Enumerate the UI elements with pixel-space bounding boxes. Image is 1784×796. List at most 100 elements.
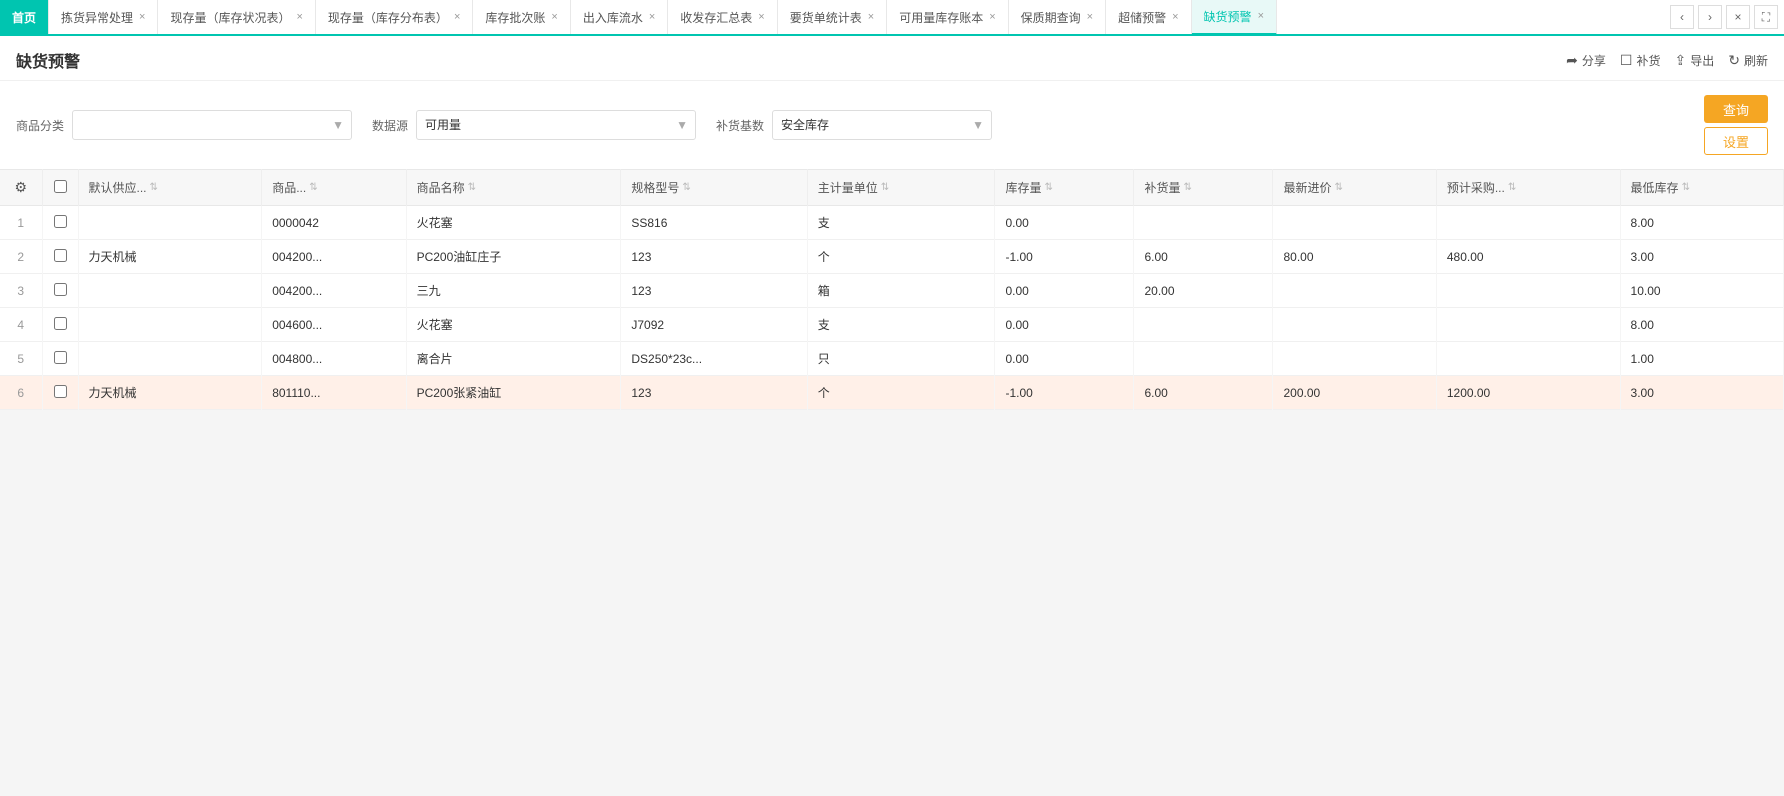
td-seq: 3	[0, 274, 42, 308]
td-checkbox[interactable]	[42, 274, 78, 308]
nav-tab-9-close[interactable]: ×	[1087, 11, 1093, 23]
th-estimated-purchase[interactable]: 预计采购... ⇅	[1436, 170, 1620, 206]
td-latest-price: 80.00	[1273, 240, 1436, 274]
nav-tab-1[interactable]: 拣货异常处理 ×	[49, 0, 158, 35]
td-product-code: 801110...	[262, 376, 406, 410]
th-default-supplier[interactable]: 默认供应... ⇅	[78, 170, 262, 206]
row-checkbox[interactable]	[54, 385, 67, 398]
category-label: 商品分类	[16, 117, 64, 134]
th-min-stock[interactable]: 最低库存 ⇅	[1620, 170, 1783, 206]
query-button[interactable]: 查询	[1704, 95, 1768, 123]
td-checkbox[interactable]	[42, 376, 78, 410]
nav-tab-home[interactable]: 首页	[0, 0, 49, 35]
nav-tab-8[interactable]: 可用量库存账本 ×	[887, 0, 1008, 35]
th-latest-price[interactable]: 最新进价 ⇅	[1273, 170, 1436, 206]
nav-tab-2[interactable]: 现存量（库存状况表） ×	[158, 0, 315, 35]
share-label: 分享	[1582, 52, 1606, 69]
th-spec[interactable]: 规格型号 ⇅	[621, 170, 807, 206]
td-checkbox[interactable]	[42, 342, 78, 376]
nav-tab-3-close[interactable]: ×	[454, 11, 460, 23]
td-checkbox[interactable]	[42, 308, 78, 342]
nav-tab-9[interactable]: 保质期查询 ×	[1009, 0, 1106, 35]
th-product-code[interactable]: 商品... ⇅	[262, 170, 406, 206]
th-sort-product-code[interactable]: 商品... ⇅	[272, 179, 317, 196]
td-checkbox[interactable]	[42, 240, 78, 274]
row-checkbox[interactable]	[54, 351, 67, 364]
export-icon: ⇪	[1675, 52, 1687, 69]
nav-close-button[interactable]: ×	[1726, 5, 1750, 29]
nav-tab-2-close[interactable]: ×	[296, 11, 302, 23]
row-checkbox[interactable]	[54, 317, 67, 330]
nav-tab-10[interactable]: 超储预警 ×	[1106, 0, 1191, 35]
th-stock-qty[interactable]: 库存量 ⇅	[995, 170, 1134, 206]
nav-tab-5-close[interactable]: ×	[649, 11, 655, 23]
th-supplier-label: 默认供应...	[89, 179, 147, 196]
sort-product-name-icon: ⇅	[468, 182, 476, 193]
export-label: 导出	[1690, 52, 1714, 69]
nav-tab-7[interactable]: 要货单统计表 ×	[778, 0, 887, 35]
table-row: 2力天机械004200...PC200油缸庄子123个-1.006.0080.0…	[0, 240, 1784, 274]
th-gear[interactable]: ⚙	[0, 170, 42, 206]
row-checkbox[interactable]	[54, 215, 67, 228]
th-sort-min-stock[interactable]: 最低库存 ⇅	[1631, 179, 1690, 196]
nav-tab-3-label: 现存量（库存分布表）	[328, 9, 448, 26]
th-sort-supplier[interactable]: 默认供应... ⇅	[89, 179, 158, 196]
nav-fullscreen-button[interactable]: ⛶	[1754, 5, 1778, 29]
datasource-select[interactable]: 可用量	[416, 110, 696, 140]
nav-tab-4-close[interactable]: ×	[551, 11, 557, 23]
th-unit[interactable]: 主计量单位 ⇅	[807, 170, 995, 206]
nav-tab-4[interactable]: 库存批次账 ×	[473, 0, 570, 35]
td-product-name: 三九	[406, 274, 621, 308]
refresh-button[interactable]: ↻ 刷新	[1728, 52, 1768, 69]
table-row: 6力天机械801110...PC200张紧油缸123个-1.006.00200.…	[0, 376, 1784, 410]
export-button[interactable]: ⇪ 导出	[1675, 52, 1715, 69]
nav-tab-5[interactable]: 出入库流水 ×	[571, 0, 668, 35]
sort-latest-price-icon: ⇅	[1334, 182, 1342, 193]
header-checkbox[interactable]	[54, 180, 67, 193]
th-sort-latest-price[interactable]: 最新进价 ⇅	[1283, 179, 1342, 196]
row-checkbox[interactable]	[54, 283, 67, 296]
td-product-name: PC200油缸庄子	[406, 240, 621, 274]
th-sort-spec[interactable]: 规格型号 ⇅	[631, 179, 690, 196]
share-icon: ➦	[1566, 52, 1578, 69]
th-sort-unit[interactable]: 主计量单位 ⇅	[818, 179, 889, 196]
nav-tab-10-close[interactable]: ×	[1172, 11, 1178, 23]
nav-tab-11-close[interactable]: ×	[1258, 10, 1264, 22]
nav-tab-6-close[interactable]: ×	[758, 11, 764, 23]
row-checkbox[interactable]	[54, 249, 67, 262]
sort-spec-icon: ⇅	[682, 182, 690, 193]
category-select[interactable]	[72, 110, 352, 140]
nav-tab-3[interactable]: 现存量（库存分布表） ×	[316, 0, 473, 35]
td-stock-qty: -1.00	[995, 376, 1134, 410]
td-product-code: 004200...	[262, 240, 406, 274]
nav-tab-7-close[interactable]: ×	[868, 11, 874, 23]
td-product-code: 004200...	[262, 274, 406, 308]
category-filter-group: 商品分类 ▼	[16, 110, 352, 140]
th-sort-stock-qty[interactable]: 库存量 ⇅	[1005, 179, 1052, 196]
td-product-name: 离合片	[406, 342, 621, 376]
nav-tab-8-label: 可用量库存账本	[899, 9, 983, 26]
th-sort-product-name[interactable]: 商品名称 ⇅	[417, 179, 476, 196]
setting-button[interactable]: 设置	[1704, 127, 1768, 155]
nav-tab-1-close[interactable]: ×	[139, 11, 145, 23]
replenish-basis-select[interactable]: 安全库存	[772, 110, 992, 140]
td-stock-qty: -1.00	[995, 240, 1134, 274]
th-replenish-qty[interactable]: 补货量 ⇅	[1134, 170, 1273, 206]
th-sort-estimated-purchase[interactable]: 预计采购... ⇅	[1447, 179, 1516, 196]
nav-tab-6-label: 收发存汇总表	[680, 9, 752, 26]
nav-next-button[interactable]: ›	[1698, 5, 1722, 29]
nav-tab-11[interactable]: 缺货预警 ×	[1192, 0, 1277, 35]
th-product-name[interactable]: 商品名称 ⇅	[406, 170, 621, 206]
td-latest-price: 200.00	[1273, 376, 1436, 410]
datasource-filter-group: 数据源 可用量 ▼	[372, 110, 696, 140]
replenish-button[interactable]: ☐ 补货	[1620, 52, 1661, 69]
td-checkbox[interactable]	[42, 206, 78, 240]
th-checkbox[interactable]	[42, 170, 78, 206]
th-sort-replenish-qty[interactable]: 补货量 ⇅	[1144, 179, 1191, 196]
share-button[interactable]: ➦ 分享	[1566, 52, 1606, 69]
nav-prev-button[interactable]: ‹	[1670, 5, 1694, 29]
nav-tab-6[interactable]: 收发存汇总表 ×	[668, 0, 777, 35]
th-unit-label: 主计量单位	[818, 179, 878, 196]
nav-tab-8-close[interactable]: ×	[989, 11, 995, 23]
gear-icon: ⚙	[14, 179, 27, 196]
